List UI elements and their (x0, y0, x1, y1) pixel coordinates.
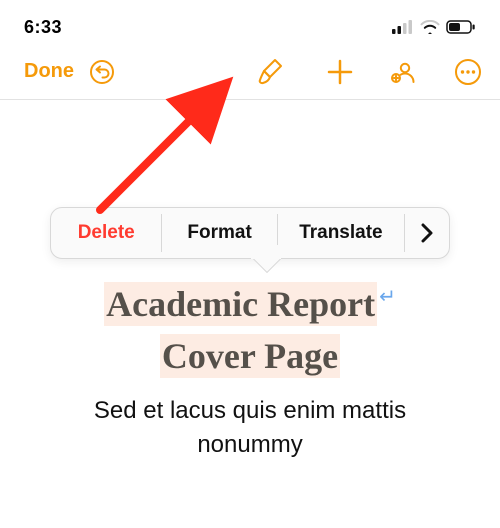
context-menu-translate[interactable]: Translate (278, 208, 404, 258)
context-menu-more[interactable] (405, 208, 449, 258)
format-brush-button[interactable] (256, 57, 286, 87)
context-menu: Delete Format Translate (50, 207, 450, 259)
line-break-mark-icon: ↵ (379, 286, 396, 308)
done-button[interactable]: Done (24, 60, 74, 83)
document-area[interactable]: Academic Report↵ Cover Page Sed et lacus… (0, 278, 500, 462)
wifi-icon (420, 20, 440, 34)
context-menu-delete[interactable]: Delete (51, 208, 161, 258)
insert-button[interactable] (326, 58, 354, 86)
title-line-1: Academic Report (104, 282, 377, 326)
title-line-2: Cover Page (160, 334, 340, 378)
signal-icon (392, 20, 414, 34)
chevron-right-icon (420, 223, 434, 243)
document-body[interactable]: Sed et lacus quis enim mattis nonummy (0, 394, 500, 461)
more-button[interactable] (454, 58, 482, 86)
toolbar: Done (0, 44, 500, 100)
status-bar: 6:33 (0, 0, 500, 44)
undo-button[interactable] (88, 58, 116, 86)
document-title[interactable]: Academic Report↵ Cover Page (104, 278, 396, 382)
battery-icon (446, 20, 476, 34)
status-indicators (392, 20, 476, 34)
callout-tail (257, 259, 277, 271)
collaborate-button[interactable] (390, 58, 418, 86)
status-time: 6:33 (24, 17, 62, 38)
